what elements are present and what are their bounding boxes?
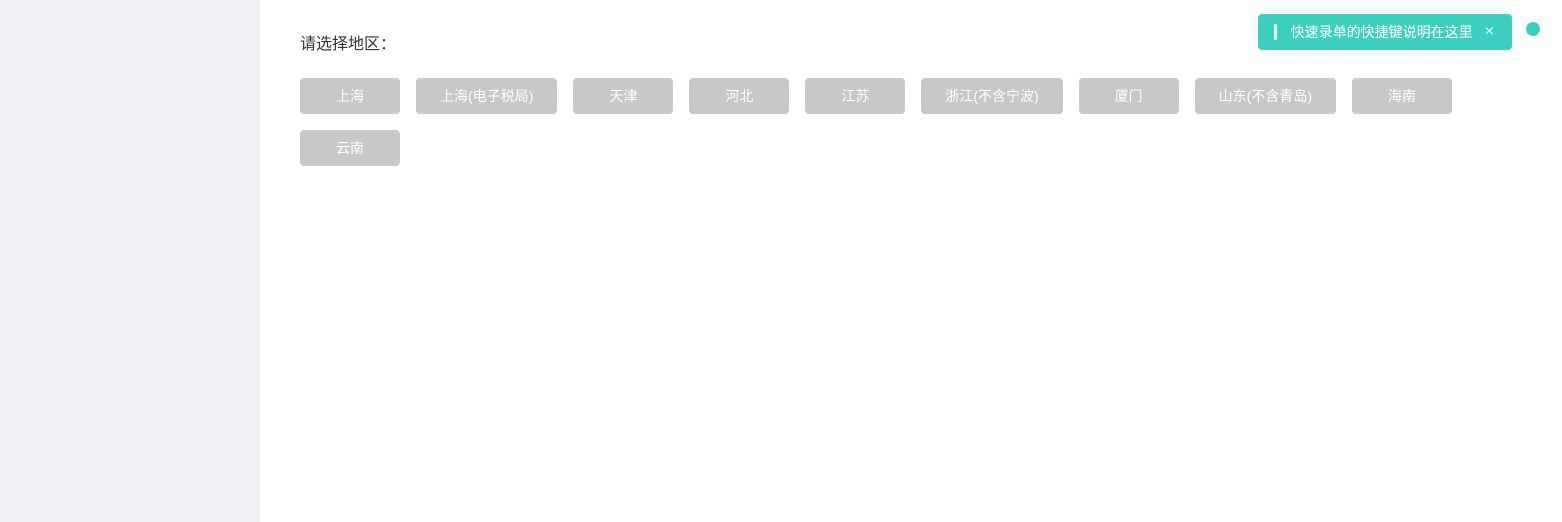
region-button-jiangsu[interactable]: 江苏: [805, 78, 905, 114]
main-content: 请选择地区： 上海上海(电子税局)天津河北江苏浙江(不含宁波)厦门山东(不含青岛…: [260, 0, 1562, 522]
left-sidebar: [0, 0, 260, 522]
region-button-shanghai[interactable]: 上海: [300, 78, 400, 114]
region-button-hebei[interactable]: 河北: [689, 78, 789, 114]
tooltip-dot: [1526, 22, 1540, 36]
tooltip-label: 快速录单的快捷键说明在这里: [1291, 22, 1473, 42]
region-button-zhejiang[interactable]: 浙江(不含宁波): [921, 78, 1062, 114]
region-button-shandong[interactable]: 山东(不含青岛): [1195, 78, 1336, 114]
region-button-xiamen[interactable]: 厦门: [1079, 78, 1179, 114]
region-button-shanghai-etax[interactable]: 上海(电子税局): [416, 78, 557, 114]
region-button-yunnan[interactable]: 云南: [300, 130, 400, 166]
tooltip-close-button[interactable]: ×: [1483, 24, 1496, 40]
region-buttons-container: 上海上海(电子税局) 天津河北江苏浙江(不含宁波) 厦门山东(不含青岛) 海南云南: [300, 78, 1522, 166]
region-button-hainan[interactable]: 海南: [1352, 78, 1452, 114]
tooltip-banner[interactable]: 快速录单的快捷键说明在这里 ×: [1258, 14, 1512, 50]
region-button-tianjin[interactable]: 天津: [573, 78, 673, 114]
